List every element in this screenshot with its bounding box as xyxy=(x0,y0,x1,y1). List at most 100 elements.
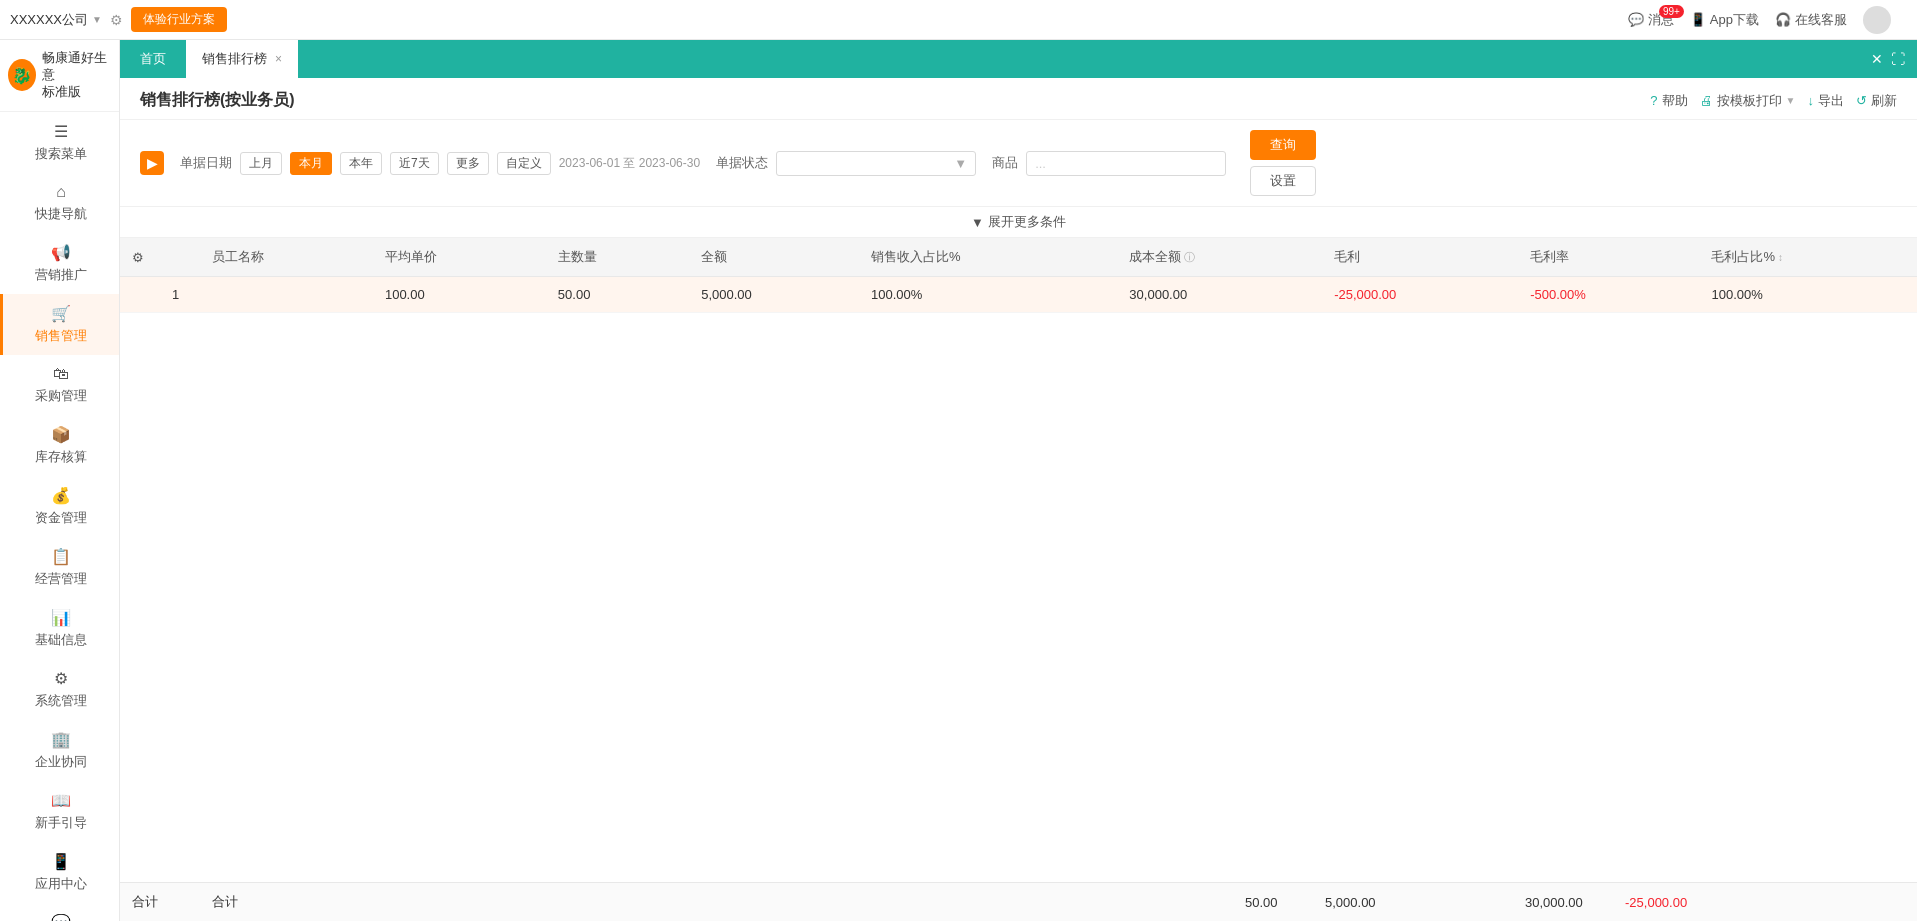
refresh-button[interactable]: ↺ 刷新 xyxy=(1856,92,1897,110)
date-last-month-button[interactable]: 上月 xyxy=(240,152,282,175)
goods-filter-group: 商品 ... xyxy=(992,151,1226,176)
th-gross-pct: 毛利占比% ↕ xyxy=(1699,238,1917,277)
expand-more-label: 展开更多条件 xyxy=(988,213,1066,231)
cell-gross: -25,000.00 xyxy=(1322,277,1518,313)
cell-amount: 5,000.00 xyxy=(689,277,859,313)
tab-maximize-icon[interactable]: ⛶ xyxy=(1891,51,1905,67)
th-rank xyxy=(160,238,200,277)
page-content: 销售排行榜(按业务员) ? 帮助 🖨 按模板打印 ▼ ↓ 导出 xyxy=(120,78,1917,921)
date-7days-button[interactable]: 近7天 xyxy=(390,152,439,175)
sidebar-item-label: 销售管理 xyxy=(35,327,87,345)
tab-close-icon[interactable]: × xyxy=(275,52,282,66)
cell-cost: 30,000.00 xyxy=(1117,277,1322,313)
sidebar-item-wechat[interactable]: 💬 企业微信 xyxy=(0,903,119,921)
query-button[interactable]: 查询 xyxy=(1250,130,1316,160)
goods-input[interactable]: ... xyxy=(1026,151,1226,176)
cell-gross-rate: -500.00% xyxy=(1518,277,1699,313)
top-bar-right: 💬 消息 99+ 📱 App下载 🎧 在线客服 xyxy=(1628,6,1907,34)
avatar[interactable] xyxy=(1863,6,1891,34)
sidebar-item-purchase[interactable]: 🛍 采购管理 xyxy=(0,355,119,415)
sidebar-item-enterprise[interactable]: 🏢 企业协同 xyxy=(0,720,119,781)
message-button[interactable]: 💬 消息 99+ xyxy=(1628,11,1674,29)
company-select[interactable]: XXXXXX公司 ▼ xyxy=(10,11,102,29)
table-row: 1 100.00 50.00 5,000.00 100.00% 30,000.0… xyxy=(120,277,1917,313)
date-filter-group: 单据日期 上月 本月 本年 近7天 更多 自定义 2023-06-01 至 20… xyxy=(180,152,700,175)
help-button[interactable]: ? 帮助 xyxy=(1650,92,1687,110)
table-footer: 合计 合计 50.00 5,000.00 30,000.00 -25,000.0… xyxy=(120,882,1917,921)
refresh-label: 刷新 xyxy=(1871,92,1897,110)
sidebar-item-inventory[interactable]: 📦 库存核算 xyxy=(0,415,119,476)
sidebar-item-label: 系统管理 xyxy=(35,692,87,710)
chevron-down-icon: ▼ xyxy=(971,215,984,230)
status-filter-group: 单据状态 ▼ xyxy=(716,151,976,176)
tab-bar: 首页 销售排行榜 × ✕ ⛶ xyxy=(120,40,1917,78)
footer-total-label: 合计 xyxy=(132,893,172,911)
footer-placeholder2: 合计 xyxy=(212,893,1165,911)
gross-pct-sort-icon[interactable]: ↕ xyxy=(1778,252,1783,263)
top-bar: XXXXXX公司 ▼ ⚙ 体验行业方案 💬 消息 99+ 📱 App下载 🎧 在… xyxy=(0,0,1917,40)
sidebar-item-label: 快捷导航 xyxy=(35,205,87,223)
app-center-icon: 📱 xyxy=(51,852,71,871)
page-header-actions: ? 帮助 🖨 按模板打印 ▼ ↓ 导出 ↺ 刷新 xyxy=(1650,92,1897,110)
print-button[interactable]: 🖨 按模板打印 ▼ xyxy=(1700,92,1796,110)
sidebar-item-basic-info[interactable]: 📊 基础信息 xyxy=(0,598,119,659)
sidebar-item-sales[interactable]: 🛒 销售管理 xyxy=(0,294,119,355)
expand-more-bar: ▼ 展开更多条件 xyxy=(120,207,1917,238)
sidebar-item-operations[interactable]: 📋 经营管理 xyxy=(0,537,119,598)
online-service-button[interactable]: 🎧 在线客服 xyxy=(1775,11,1847,29)
message-badge: 99+ xyxy=(1659,5,1684,18)
date-this-year-button[interactable]: 本年 xyxy=(340,152,382,175)
logo-line2: 标准版 xyxy=(42,84,111,101)
print-chevron-icon: ▼ xyxy=(1786,95,1796,106)
app-download-button[interactable]: 📱 App下载 xyxy=(1690,11,1759,29)
date-custom-button[interactable]: 自定义 xyxy=(497,152,551,175)
settings-icon[interactable]: ⚙ xyxy=(110,12,123,28)
query-actions: 查询 设置 xyxy=(1250,130,1316,196)
purchase-icon: 🛍 xyxy=(53,365,69,383)
sidebar-item-app-center[interactable]: 📱 应用中心 xyxy=(0,842,119,903)
sidebar-logo: 🐉 畅康通好生意 标准版 xyxy=(0,40,119,112)
quick-nav-icon: ⌂ xyxy=(56,183,66,201)
app-label: App下载 xyxy=(1710,11,1759,29)
date-filter-label: 单据日期 xyxy=(180,154,232,172)
filter-expand-button[interactable]: ▶ xyxy=(140,151,164,175)
sidebar-item-finance[interactable]: 💰 资金管理 xyxy=(0,476,119,537)
date-this-month-button[interactable]: 本月 xyxy=(290,152,332,175)
date-range-text: 2023-06-01 至 2023-06-30 xyxy=(559,155,700,172)
tab-close-window-icon[interactable]: ✕ xyxy=(1871,51,1883,67)
wechat-icon: 💬 xyxy=(51,913,71,921)
settings-button[interactable]: 设置 xyxy=(1250,166,1316,196)
export-button[interactable]: ↓ 导出 xyxy=(1808,92,1845,110)
goods-input-placeholder: ... xyxy=(1035,156,1046,171)
sidebar-item-label: 搜索菜单 xyxy=(35,145,87,163)
th-avg-price: 平均单价 xyxy=(373,238,546,277)
sidebar-item-guide[interactable]: 📖 新手引导 xyxy=(0,781,119,842)
footer-gross: -25,000.00 xyxy=(1625,895,1725,910)
system-icon: ⚙ xyxy=(54,669,68,688)
th-settings[interactable]: ⚙ xyxy=(120,238,160,277)
date-more-button[interactable]: 更多 xyxy=(447,152,489,175)
sidebar-item-marketing[interactable]: 📢 营销推广 xyxy=(0,233,119,294)
expand-more-button[interactable]: ▼ 展开更多条件 xyxy=(971,213,1066,231)
content-area: 首页 销售排行榜 × ✕ ⛶ 销售排行榜(按业务员) ? 帮助 xyxy=(120,40,1917,921)
cell-checkbox xyxy=(120,277,160,313)
status-select[interactable]: ▼ xyxy=(776,151,976,176)
sidebar-item-quick-nav[interactable]: ⌂ 快捷导航 xyxy=(0,173,119,233)
sidebar-item-system[interactable]: ⚙ 系统管理 xyxy=(0,659,119,720)
tab-sales-rank[interactable]: 销售排行榜 × xyxy=(186,40,298,78)
sidebar-item-search-order[interactable]: ☰ 搜索菜单 xyxy=(0,112,119,173)
sidebar-item-label: 资金管理 xyxy=(35,509,87,527)
tab-home[interactable]: 首页 xyxy=(120,40,186,78)
cost-info-icon[interactable]: ⓘ xyxy=(1184,250,1195,265)
th-amount: 全额 xyxy=(689,238,859,277)
sidebar-item-label: 营销推广 xyxy=(35,266,87,284)
sidebar-item-label: 采购管理 xyxy=(35,387,87,405)
sidebar-item-label: 新手引导 xyxy=(35,814,87,832)
cell-employee xyxy=(200,277,373,313)
trial-button[interactable]: 体验行业方案 xyxy=(131,7,227,32)
filter-bar: ▶ 单据日期 上月 本月 本年 近7天 更多 自定义 2023-06-01 至 … xyxy=(120,120,1917,207)
sidebar: 🐉 畅康通好生意 标准版 ☰ 搜索菜单 ⌂ 快捷导航 📢 营销推广 🛒 销售管理… xyxy=(0,40,120,921)
th-sales-pct: 销售收入占比% xyxy=(859,238,1117,277)
marketing-icon: 📢 xyxy=(51,243,71,262)
th-qty: 主数量 xyxy=(546,238,689,277)
